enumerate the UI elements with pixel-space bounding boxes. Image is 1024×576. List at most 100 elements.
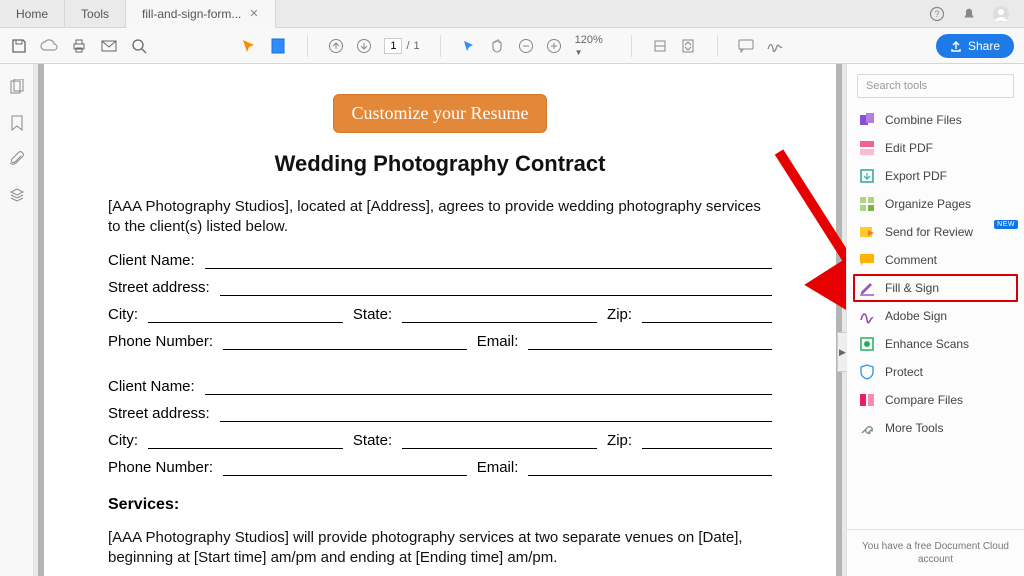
field-line[interactable]: [220, 406, 772, 422]
toolbar: / 1 120% ▼ Share: [0, 28, 1024, 64]
hand-icon[interactable]: [489, 37, 506, 55]
fit-page-icon[interactable]: [680, 37, 697, 55]
field-line[interactable]: [220, 280, 772, 296]
field-line[interactable]: [402, 307, 597, 323]
label-phone: Phone Number:: [108, 459, 213, 476]
tool-more-tools[interactable]: More Tools: [847, 414, 1024, 442]
services-paragraph: [AAA Photography Studios] will provide p…: [108, 528, 772, 569]
pointer-icon[interactable]: [461, 37, 478, 55]
label-email: Email:: [477, 459, 519, 476]
cloud-icon[interactable]: [40, 37, 58, 55]
collapse-handle[interactable]: ▶: [837, 332, 847, 372]
thumbnails-icon[interactable]: [8, 78, 26, 96]
sign-icon[interactable]: [766, 37, 784, 55]
new-badge: NEW: [994, 220, 1018, 229]
tool-protect[interactable]: Protect: [847, 358, 1024, 386]
tool-compare-files[interactable]: Compare Files: [847, 386, 1024, 414]
close-icon[interactable]: ✕: [249, 0, 258, 28]
services-heading: Services:: [108, 496, 772, 514]
field-line[interactable]: [528, 460, 772, 476]
zoom-out-icon[interactable]: [518, 37, 535, 55]
share-button[interactable]: Share: [936, 34, 1014, 58]
field-line[interactable]: [223, 460, 467, 476]
field-line[interactable]: [528, 334, 772, 350]
help-icon[interactable]: ?: [928, 5, 946, 23]
mail-icon[interactable]: [100, 37, 118, 55]
adobe-sign-icon: [859, 308, 875, 324]
search-tools-input[interactable]: Search tools: [857, 74, 1014, 98]
tool-organize-pages[interactable]: Organize Pages: [847, 190, 1024, 218]
layers-icon[interactable]: [8, 186, 26, 204]
tool-export-pdf[interactable]: Export PDF: [847, 162, 1024, 190]
print-icon[interactable]: [70, 37, 88, 55]
field-line[interactable]: [205, 379, 772, 395]
save-icon[interactable]: [10, 37, 28, 55]
label-state: State:: [353, 306, 392, 323]
tool-fill-sign[interactable]: Fill & Sign: [853, 274, 1018, 302]
tool-combine-files[interactable]: Combine Files: [847, 106, 1024, 134]
customize-resume-button[interactable]: Customize your Resume: [333, 94, 548, 133]
tool-label: Comment: [885, 253, 937, 267]
edit-icon: [859, 140, 875, 156]
organize-icon: [859, 196, 875, 212]
attachment-icon[interactable]: [8, 150, 26, 168]
share-label: Share: [968, 39, 1000, 53]
comment-tool-icon: [859, 252, 875, 268]
account-footer: You have a free Document Cloud account: [847, 529, 1024, 576]
tab-document-label: fill-and-sign-form...: [142, 0, 241, 28]
combine-icon: [859, 112, 875, 128]
tool-send-review[interactable]: Send for Review NEW: [847, 218, 1024, 246]
label-street: Street address:: [108, 279, 210, 296]
field-line[interactable]: [148, 433, 343, 449]
send-review-icon: [859, 224, 875, 240]
zoom-level[interactable]: 120% ▼: [575, 34, 611, 58]
field-line[interactable]: [148, 307, 343, 323]
tool-label: Adobe Sign: [885, 309, 947, 323]
fill-sign-icon: [859, 280, 875, 296]
account-icon[interactable]: [992, 5, 1010, 23]
tool-label: Send for Review: [885, 225, 973, 239]
tab-tools[interactable]: Tools: [65, 0, 126, 28]
tool-label: Fill & Sign: [885, 281, 939, 295]
page-up-icon[interactable]: [327, 37, 344, 55]
svg-text:?: ?: [934, 9, 939, 19]
left-nav: [0, 64, 34, 576]
intro-paragraph: [AAA Photography Studios], located at [A…: [108, 197, 772, 238]
tool-label: Edit PDF: [885, 141, 933, 155]
field-line[interactable]: [642, 307, 772, 323]
document-page: Customize your Resume Wedding Photograph…: [38, 64, 842, 576]
page-current-input[interactable]: [384, 38, 402, 54]
selection-tool-icon[interactable]: [240, 37, 258, 55]
field-line[interactable]: [642, 433, 772, 449]
label-street: Street address:: [108, 405, 210, 422]
tab-bar: Home Tools fill-and-sign-form... ✕ ?: [0, 0, 1024, 28]
tool-enhance-scans[interactable]: Enhance Scans: [847, 330, 1024, 358]
tool-label: Export PDF: [885, 169, 947, 183]
field-line[interactable]: [402, 433, 597, 449]
share-icon: [950, 40, 962, 52]
label-phone: Phone Number:: [108, 333, 213, 350]
tab-document[interactable]: fill-and-sign-form... ✕: [126, 0, 276, 28]
label-city: City:: [108, 432, 138, 449]
bell-icon[interactable]: [960, 5, 978, 23]
search-icon[interactable]: [130, 37, 148, 55]
fit-width-icon[interactable]: [651, 37, 668, 55]
tool-comment[interactable]: Comment: [847, 246, 1024, 274]
label-client-name: Client Name:: [108, 378, 195, 395]
field-line[interactable]: [223, 334, 467, 350]
tool-label: Organize Pages: [885, 197, 971, 211]
tool-label: Protect: [885, 365, 923, 379]
field-line[interactable]: [205, 253, 772, 269]
tool-adobe-sign[interactable]: Adobe Sign: [847, 302, 1024, 330]
comment-icon[interactable]: [737, 37, 754, 55]
tool-edit-pdf[interactable]: Edit PDF: [847, 134, 1024, 162]
label-zip: Zip:: [607, 432, 632, 449]
export-icon: [859, 168, 875, 184]
label-state: State:: [353, 432, 392, 449]
protect-icon: [859, 364, 875, 380]
page-down-icon[interactable]: [356, 37, 373, 55]
page-display-icon[interactable]: [270, 37, 287, 55]
bookmark-icon[interactable]: [8, 114, 26, 132]
tab-home[interactable]: Home: [0, 0, 65, 28]
zoom-in-icon[interactable]: [546, 37, 563, 55]
